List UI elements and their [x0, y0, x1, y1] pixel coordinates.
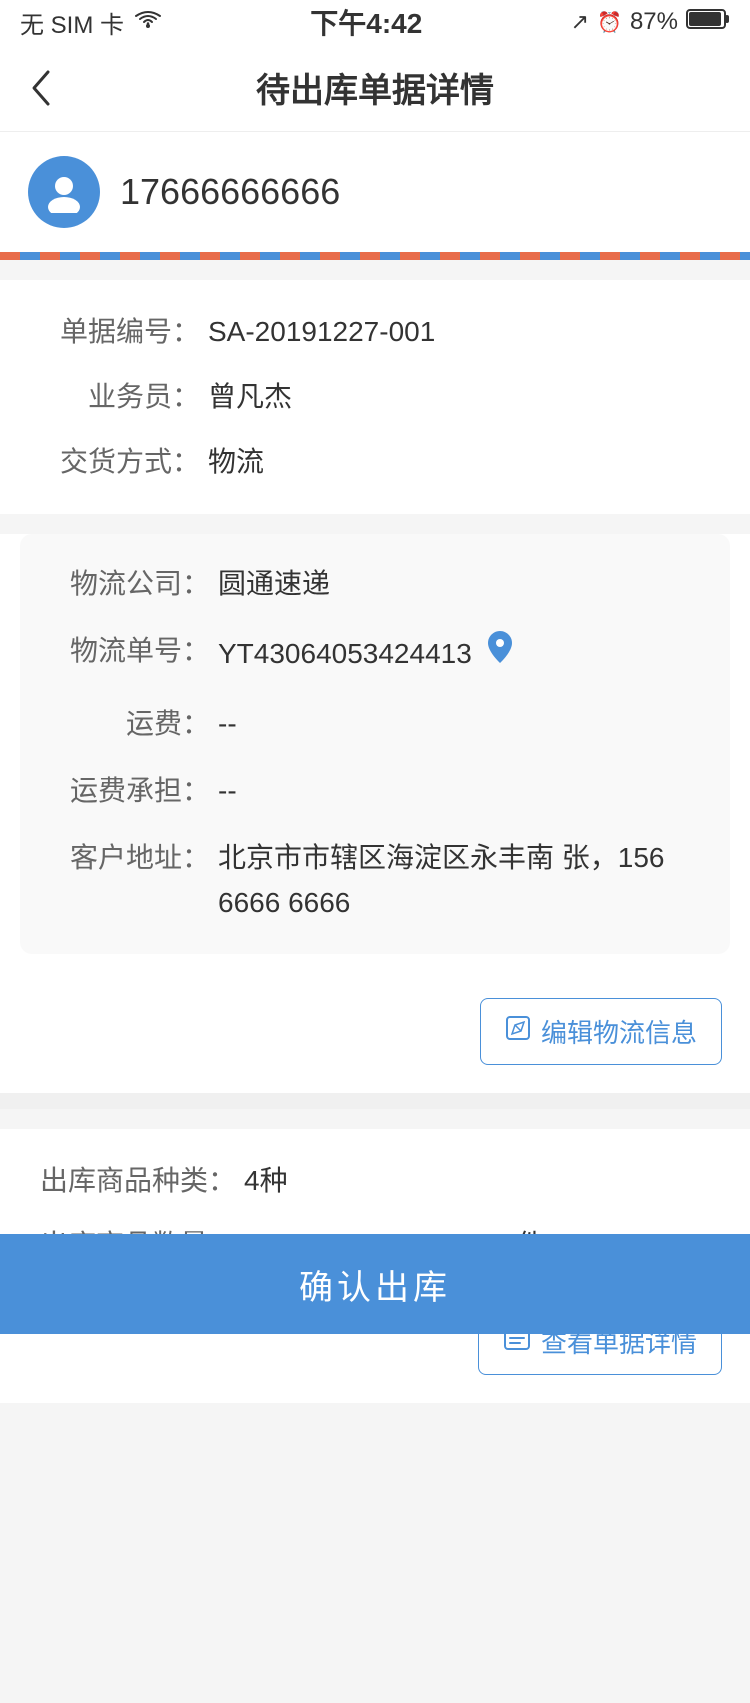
freight-bear-label: 运费承担：	[50, 769, 210, 814]
order-number-value: SA-20191227-001	[200, 310, 710, 355]
status-right: ↗ ⏰ 87%	[571, 8, 730, 37]
goods-types-label: 出库商品种类：	[40, 1159, 236, 1204]
alarm-icon: ⏰	[597, 10, 622, 35]
freight-bear-row: 运费承担： --	[50, 769, 700, 814]
order-number-label: 单据编号：	[40, 310, 200, 355]
address-row: 客户地址： 北京市市辖区海淀区永丰南 张，156 6666 6666	[50, 836, 700, 926]
freight-label: 运费：	[50, 702, 210, 747]
edit-logistics-label: 编辑物流信息	[541, 1013, 697, 1050]
sales-person-label: 业务员：	[40, 375, 200, 420]
status-left: 无 SIM 卡	[20, 5, 162, 40]
customer-phone: 17666666666	[120, 171, 340, 213]
address-label: 客户地址：	[50, 836, 210, 881]
main-content: 17666666666 单据编号： SA-20191227-001 业务员： 曾…	[0, 132, 750, 1703]
goods-types-row: 出库商品种类： 4种	[40, 1159, 710, 1204]
logistics-tracking-value: YT43064053424413	[210, 629, 700, 680]
dashed-divider	[0, 252, 750, 260]
back-button[interactable]	[28, 68, 52, 108]
location-status-icon: ↗	[571, 9, 589, 35]
freight-bear-value: --	[210, 769, 700, 814]
freight-value: --	[210, 702, 700, 747]
confirm-button-label: 确认出库	[299, 1260, 451, 1309]
carrier-label: 无 SIM 卡	[20, 5, 124, 40]
section-divider	[0, 1093, 750, 1109]
edit-logistics-button[interactable]: 编辑物流信息	[480, 998, 722, 1065]
confirm-bar[interactable]: 确认出库	[0, 1234, 750, 1334]
battery-label: 87%	[630, 8, 678, 36]
avatar	[28, 156, 100, 228]
status-time: 下午4:42	[310, 2, 422, 42]
wifi-icon	[134, 8, 162, 36]
edit-icon	[505, 1015, 531, 1048]
delivery-method-value: 物流	[200, 440, 710, 485]
status-bar: 无 SIM 卡 下午4:42 ↗ ⏰ 87%	[0, 0, 750, 44]
edit-logistics-btn-row: 编辑物流信息	[0, 974, 750, 1093]
order-number-row: 单据编号： SA-20191227-001	[40, 310, 710, 355]
tracking-location-icon[interactable]	[484, 629, 516, 680]
empty-space	[0, 1403, 750, 1603]
battery-icon	[686, 8, 730, 37]
address-value: 北京市市辖区海淀区永丰南 张，156 6666 6666	[210, 836, 700, 926]
logistics-company-value: 圆通速递	[210, 562, 700, 607]
delivery-method-label: 交货方式：	[40, 440, 200, 485]
logistics-company-row: 物流公司： 圆通速递	[50, 562, 700, 607]
goods-types-value: 4种	[236, 1159, 710, 1204]
order-info-section: 单据编号： SA-20191227-001 业务员： 曾凡杰 交货方式： 物流	[0, 280, 750, 514]
logistics-tracking-row: 物流单号： YT43064053424413	[50, 629, 700, 680]
customer-header: 17666666666	[0, 132, 750, 252]
nav-bar: 待出库单据详情	[0, 44, 750, 132]
logistics-tracking-label: 物流单号：	[50, 629, 210, 674]
sales-person-value: 曾凡杰	[200, 375, 710, 420]
page-title: 待出库单据详情	[256, 63, 494, 112]
freight-row: 运费： --	[50, 702, 700, 747]
logistics-company-label: 物流公司：	[50, 562, 210, 607]
sales-person-row: 业务员： 曾凡杰	[40, 375, 710, 420]
delivery-method-row: 交货方式： 物流	[40, 440, 710, 485]
logistics-section: 物流公司： 圆通速递 物流单号： YT43064053424413 运费：	[20, 534, 730, 953]
